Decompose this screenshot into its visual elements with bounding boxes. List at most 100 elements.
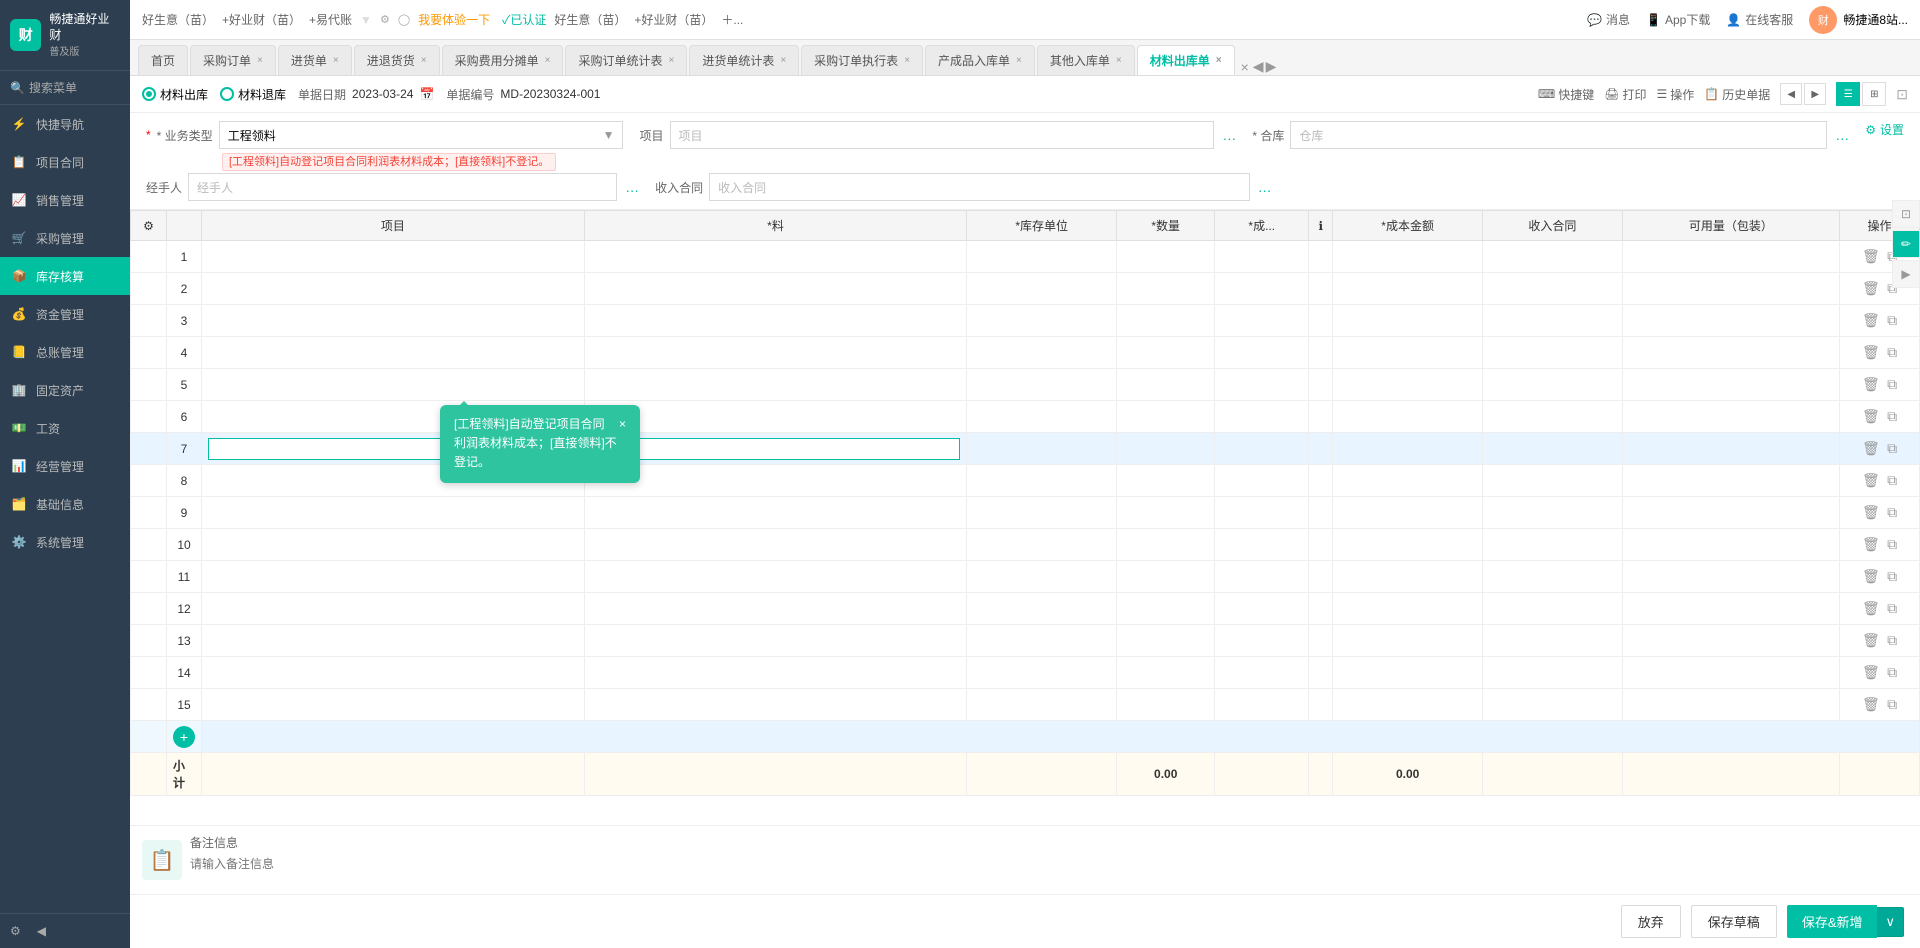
row-cell-0[interactable] (202, 593, 585, 625)
delete-icon[interactable]: 🗑 (1862, 600, 1880, 616)
row-cell-5[interactable] (1309, 497, 1333, 529)
row-cell-5[interactable] (1309, 337, 1333, 369)
row-cell-7[interactable] (1483, 401, 1623, 433)
calendar-icon[interactable]: 📅 (419, 87, 434, 101)
row-cell-0[interactable] (202, 689, 585, 721)
row-cell-1[interactable] (1117, 433, 1215, 465)
print-btn[interactable]: 🖨 打印 (1604, 86, 1646, 103)
row-cell-8[interactable] (1622, 305, 1839, 337)
prev-record-btn[interactable]: ◀ (1780, 83, 1802, 105)
row-cell-1[interactable] (584, 689, 967, 721)
row-cell-6[interactable] (1333, 593, 1483, 625)
row-cell-3[interactable] (1117, 465, 1215, 497)
row-cell-5[interactable] (1309, 625, 1333, 657)
table-row[interactable]: 9 🗑 ⧉ (131, 497, 1920, 529)
delete-icon[interactable]: 🗑 (1862, 632, 1880, 648)
row-cell-5[interactable] (1309, 529, 1333, 561)
row-cell-0[interactable] (202, 305, 585, 337)
table-row[interactable]: 12 🗑 ⧉ (131, 593, 1920, 625)
row-cell-7[interactable] (1483, 305, 1623, 337)
row-cell-8[interactable] (1622, 497, 1839, 529)
row-cell-5[interactable] (1309, 305, 1333, 337)
topbar-link-4[interactable]: 好生意（苗） (554, 11, 626, 28)
row-cell-7[interactable] (1483, 337, 1623, 369)
row-cell-0[interactable] (967, 433, 1117, 465)
save-new-dropdown-btn[interactable]: ∨ (1877, 907, 1904, 937)
note-input[interactable] (190, 855, 1908, 883)
tab-product-inbound[interactable]: 产成品入库单 × (925, 45, 1035, 75)
row-cell-3[interactable] (1117, 337, 1215, 369)
sidebar-item-finance[interactable]: 💰 资金管理 (0, 295, 130, 333)
handler-more-btn[interactable]: … (625, 179, 639, 195)
row-cell-6[interactable] (1622, 433, 1839, 465)
row-cell-5[interactable] (1309, 465, 1333, 497)
tab-prev[interactable]: ◀ (1253, 58, 1264, 75)
row-cell-5[interactable] (1309, 401, 1333, 433)
row-cell-5[interactable] (1309, 593, 1333, 625)
delete-icon[interactable]: 🗑 (1862, 312, 1880, 328)
row-cell-3[interactable] (1117, 657, 1215, 689)
row-cell-1[interactable] (584, 369, 967, 401)
sidebar-item-sales[interactable]: 📈 销售管理 (0, 181, 130, 219)
row-cell-1[interactable] (584, 497, 967, 529)
tab-inbound-return[interactable]: 进退货货 × (354, 45, 440, 75)
row-cell-8[interactable] (1622, 561, 1839, 593)
copy-icon[interactable]: ⧉ (1887, 568, 1897, 584)
row-cell-6[interactable] (1333, 337, 1483, 369)
row-cell-2[interactable] (967, 657, 1117, 689)
row-cell-2[interactable] (967, 465, 1117, 497)
row-cell-2[interactable] (967, 497, 1117, 529)
row-cell-3[interactable] (1117, 561, 1215, 593)
tab-close-8[interactable]: × (1016, 55, 1022, 66)
row-cell-6[interactable] (1333, 241, 1483, 273)
tab-material-outbound[interactable]: 材料出库单 × (1137, 45, 1235, 75)
row-cell-7[interactable] (1483, 593, 1623, 625)
row-cell-2[interactable] (967, 689, 1117, 721)
tab-close-3[interactable]: × (421, 55, 427, 66)
tab-other-inbound[interactable]: 其他入库单 × (1037, 45, 1135, 75)
row-cell-1[interactable] (584, 337, 967, 369)
row-cell-1[interactable] (584, 273, 967, 305)
date-value[interactable]: 2023-03-24 (352, 87, 413, 101)
warehouse-picker[interactable]: 仓库 (1290, 121, 1827, 149)
delete-icon[interactable]: 🗑 (1862, 344, 1880, 360)
copy-icon[interactable]: ⧉ (1887, 376, 1897, 392)
row-cell-1[interactable] (584, 625, 967, 657)
sidebar-item-operations[interactable]: 📊 经营管理 (0, 447, 130, 485)
radio-outbound[interactable]: 材料出库 (142, 86, 208, 103)
row-cell-5[interactable] (1309, 241, 1333, 273)
row-cell-1[interactable] (584, 561, 967, 593)
doc-num-value[interactable]: MD-20230324-001 (500, 87, 600, 101)
sidebar-item-basic[interactable]: 🗂️ 基础信息 (0, 485, 130, 523)
row-cell-2[interactable] (967, 273, 1117, 305)
right-icon-1[interactable]: ⊡ (1892, 200, 1920, 228)
row-cell-7[interactable] (1483, 625, 1623, 657)
add-row-btn-cell[interactable]: + (167, 721, 202, 753)
row-cell-3[interactable] (1117, 369, 1215, 401)
list-view-btn[interactable]: ☰ (1836, 82, 1860, 106)
row-cell-4[interactable] (1215, 369, 1309, 401)
row-cell-5[interactable] (1309, 561, 1333, 593)
row-cell-0[interactable] (202, 625, 585, 657)
row-cell-2[interactable] (967, 561, 1117, 593)
row-cell-4[interactable] (1215, 625, 1309, 657)
row-cell-2[interactable] (1215, 433, 1309, 465)
grid-view-btn[interactable]: ⊞ (1862, 82, 1886, 106)
row-cell-3[interactable] (1117, 401, 1215, 433)
row-cell-5[interactable] (1309, 657, 1333, 689)
table-row[interactable]: 3 🗑 ⧉ (131, 305, 1920, 337)
settings-label[interactable]: 设置 (1880, 121, 1904, 138)
row-cell-8[interactable] (1622, 689, 1839, 721)
tab-purchase-stat[interactable]: 采购订单统计表 × (565, 45, 687, 75)
table-row[interactable]: 7 🗑 ⧉ (131, 433, 1920, 465)
delete-icon[interactable]: 🗑 (1862, 536, 1880, 552)
tab-close-7[interactable]: × (904, 55, 910, 66)
sidebar-item-payroll[interactable]: 💵 工资 (0, 409, 130, 447)
row-cell-7[interactable] (1483, 369, 1623, 401)
shortcut-btn[interactable]: ⌨ 快捷键 (1538, 86, 1594, 103)
tab-inbound[interactable]: 进货单 × (278, 45, 352, 75)
row-cell-1[interactable] (584, 305, 967, 337)
tab-close-5[interactable]: × (668, 55, 674, 66)
table-row[interactable]: 8 🗑 ⧉ (131, 465, 1920, 497)
row-cell-1[interactable] (584, 529, 967, 561)
